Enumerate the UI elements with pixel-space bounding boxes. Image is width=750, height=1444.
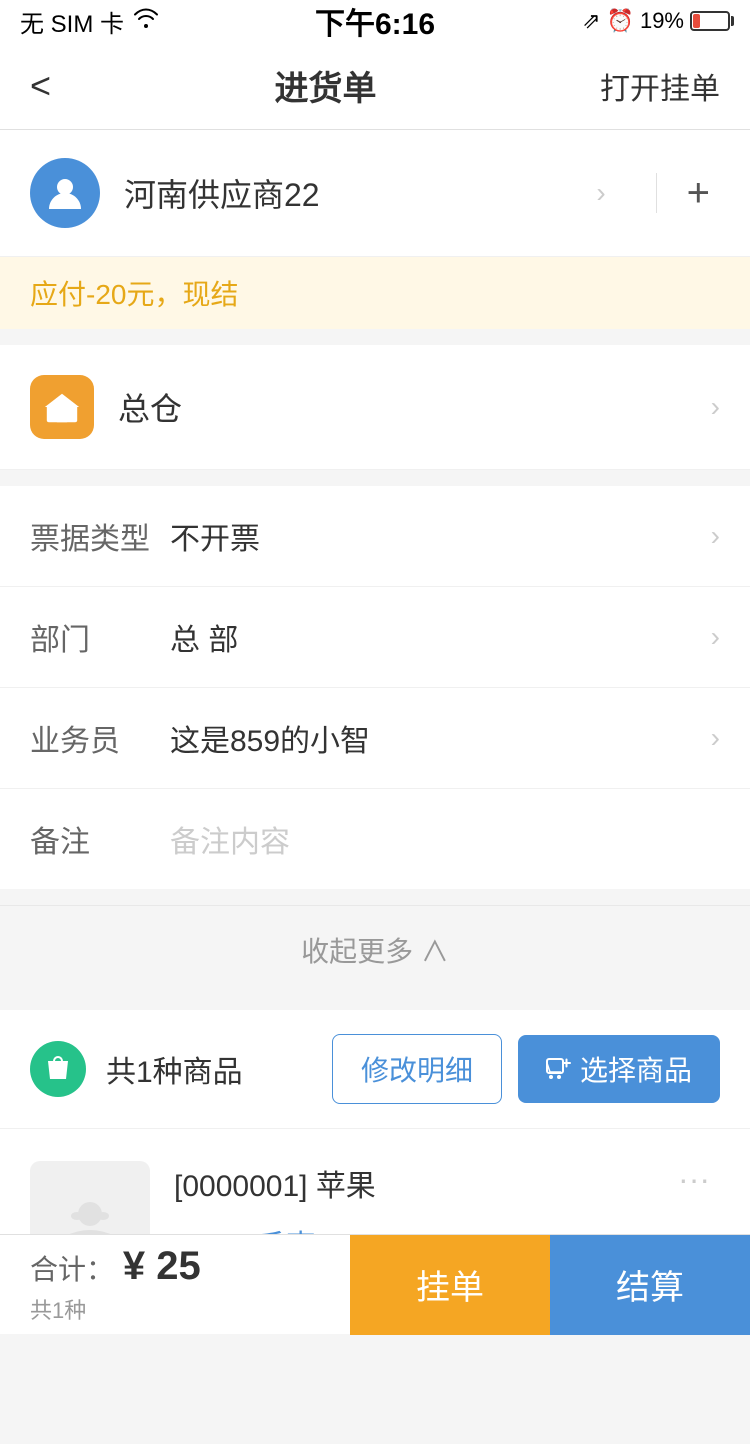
status-left: 无 SIM 卡	[20, 4, 160, 39]
warehouse-row[interactable]: 总仓 ›	[0, 345, 750, 470]
remark-label: 备注	[30, 817, 170, 861]
products-header: 共1种商品 修改明细 选择商品	[0, 1010, 750, 1129]
supplier-row[interactable]: 河南供应商22 › +	[0, 130, 750, 257]
bottom-bar: 合计： ¥ 25 共1种 挂单 结算	[0, 1234, 750, 1334]
supplier-name: 河南供应商22	[124, 170, 596, 216]
wifi-icon	[132, 7, 160, 36]
battery-percent: 19%	[640, 8, 684, 34]
status-bar: 无 SIM 卡 下午6:16 ⇗ ⏰ 19%	[0, 0, 750, 42]
total-count: 共1种	[30, 1293, 320, 1325]
supplier-section: 河南供应商22 › + 应付-20元，现结	[0, 130, 750, 329]
location-icon: ⇗	[582, 8, 600, 34]
alarm-icon: ⏰	[607, 8, 634, 34]
salesperson-label: 业务员	[30, 716, 170, 760]
products-count-icon-bg	[30, 1041, 86, 1097]
add-supplier-button[interactable]: +	[677, 171, 720, 216]
supplier-chevron-icon: ›	[596, 177, 605, 209]
checkout-button[interactable]: 结算	[550, 1235, 750, 1335]
supplier-avatar	[30, 158, 100, 228]
open-pending-button[interactable]: 打开挂单	[600, 64, 720, 108]
collapse-button[interactable]: 收起更多 ∧	[0, 905, 750, 994]
product-title-text: 苹果	[316, 1170, 376, 1203]
salesperson-value: 这是859的小智	[170, 716, 701, 760]
invoice-type-chevron-icon: ›	[711, 520, 720, 552]
back-button[interactable]: <	[30, 65, 51, 107]
select-product-label: 选择商品	[580, 1049, 692, 1089]
salesperson-row[interactable]: 业务员 这是859的小智 ›	[0, 688, 750, 789]
total-section: 合计： ¥ 25 共1种	[0, 1244, 350, 1325]
product-name: [0000001] 苹果	[174, 1161, 668, 1205]
carrier-text: 无 SIM 卡	[20, 4, 124, 39]
supplier-alert: 应付-20元，现结	[0, 257, 750, 329]
edit-detail-button[interactable]: 修改明细	[332, 1034, 502, 1104]
invoice-type-label: 票据类型	[30, 514, 170, 558]
product-more-button[interactable]: ···	[668, 1161, 720, 1198]
form-section: 票据类型 不开票 › 部门 总 部 › 业务员 这是859的小智 › 备注 备注…	[0, 486, 750, 889]
warehouse-icon	[43, 388, 81, 426]
warehouse-chevron-icon: ›	[711, 391, 720, 423]
warehouse-name: 总仓	[118, 384, 711, 430]
total-amount: ¥ 25	[123, 1244, 201, 1288]
status-right: ⇗ ⏰ 19%	[582, 8, 730, 34]
remark-placeholder: 备注内容	[170, 817, 720, 861]
remark-row[interactable]: 备注 备注内容	[0, 789, 750, 889]
shopping-bag-icon	[42, 1053, 74, 1085]
total-label: 合计：	[30, 1254, 114, 1285]
cart-icon	[546, 1058, 572, 1080]
warehouse-icon-bg	[30, 375, 94, 439]
hang-order-button[interactable]: 挂单	[350, 1235, 550, 1335]
department-chevron-icon: ›	[711, 621, 720, 653]
divider	[656, 173, 657, 213]
department-label: 部门	[30, 615, 170, 659]
nav-bar: < 进货单 打开挂单	[0, 42, 750, 130]
select-product-button[interactable]: 选择商品	[518, 1035, 720, 1103]
invoice-type-row[interactable]: 票据类型 不开票 ›	[0, 486, 750, 587]
department-value: 总 部	[170, 615, 701, 659]
page-title: 进货单	[275, 61, 377, 110]
warehouse-section: 总仓 ›	[0, 345, 750, 470]
battery-icon	[690, 11, 730, 31]
person-icon	[45, 173, 85, 213]
status-time: 下午6:16	[315, 0, 435, 43]
salesperson-chevron-icon: ›	[711, 722, 720, 754]
product-code: [0000001]	[174, 1170, 307, 1203]
products-count-label: 共1种商品	[106, 1047, 332, 1091]
total-row: 合计： ¥ 25	[30, 1244, 320, 1289]
invoice-type-value: 不开票	[170, 514, 701, 558]
department-row[interactable]: 部门 总 部 ›	[0, 587, 750, 688]
